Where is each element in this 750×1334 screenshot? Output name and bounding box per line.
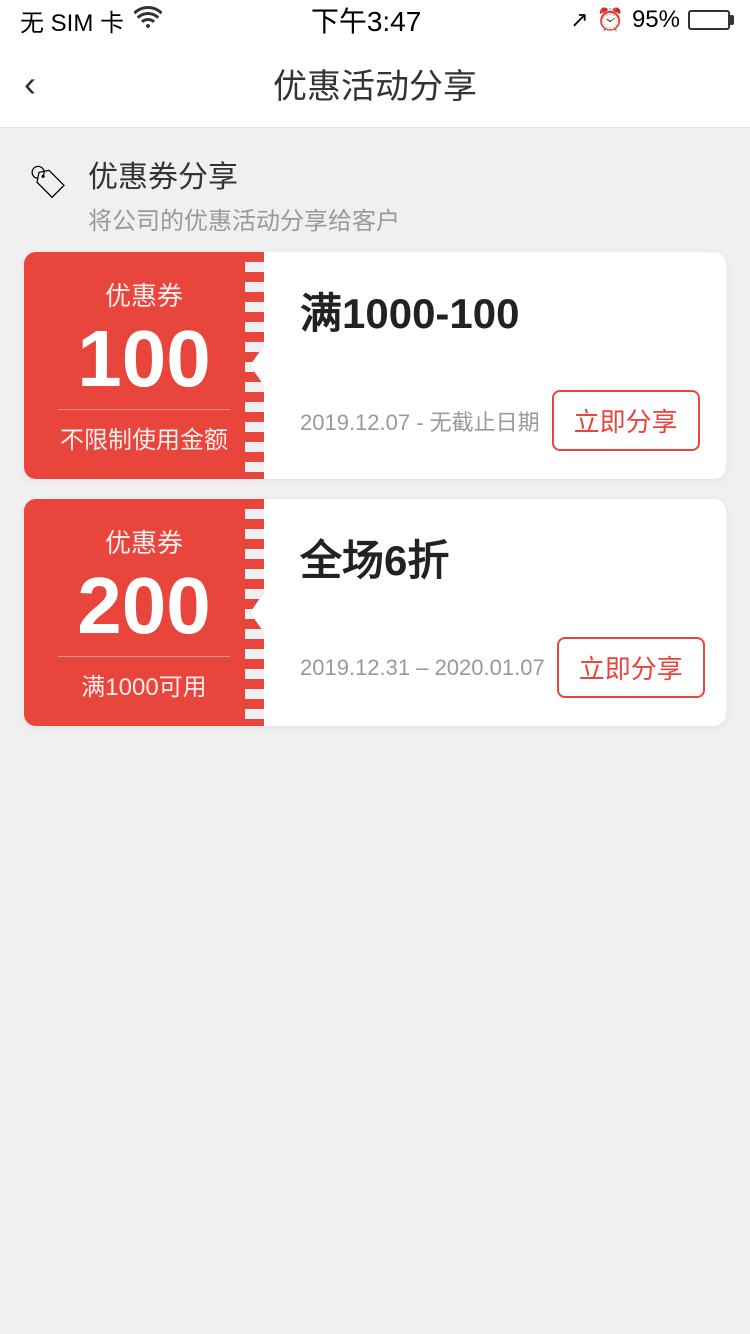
coupon-condition-1: 不限制使用金额 <box>60 420 228 455</box>
back-button[interactable]: ‹ <box>24 63 36 105</box>
section-title: 优惠券分享 <box>88 158 400 197</box>
coupon-amount-2: 200 <box>77 566 210 646</box>
share-button-2[interactable]: 立即分享 <box>557 637 705 698</box>
share-button-1[interactable]: 立即分享 <box>552 390 700 451</box>
coupon-list: 优惠券 100 不限制使用金额 满1000-100 2019.12.07 - 无… <box>0 252 750 746</box>
coupon-meta-1: 2019.12.07 - 无截止日期 立即分享 <box>300 390 698 451</box>
status-bar: 无 SIM 卡 下午3:47 ↗ ⏰ 95% <box>0 0 750 40</box>
battery-icon <box>688 10 730 30</box>
battery-percent: 95% <box>632 6 680 34</box>
coupon-left-2: 优惠券 200 满1000可用 <box>24 499 264 726</box>
page-title: 优惠活动分享 <box>273 59 477 108</box>
coupon-card-1: 优惠券 100 不限制使用金额 满1000-100 2019.12.07 - 无… <box>24 252 726 479</box>
time-display: 下午3:47 <box>311 0 422 40</box>
coupon-condition-2: 满1000可用 <box>81 667 206 702</box>
coupon-name-2: 全场6折 <box>300 527 698 588</box>
coupon-divider-1 <box>58 409 231 410</box>
coupon-label-2: 优惠券 <box>105 523 183 560</box>
coupon-card-2: 优惠券 200 满1000可用 全场6折 2019.12.31 – 2020.0… <box>24 499 726 726</box>
coupon-left-1: 优惠券 100 不限制使用金额 <box>24 252 264 479</box>
coupon-right-2: 全场6折 2019.12.31 – 2020.01.07 立即分享 <box>264 499 726 726</box>
status-right: ↗ ⏰ 95% <box>570 6 730 34</box>
section-subtitle: 将公司的优惠活动分享给客户 <box>88 201 400 236</box>
coupon-amount-1: 100 <box>77 319 210 399</box>
coupon-label-1: 优惠券 <box>105 276 183 313</box>
nav-bar: ‹ 优惠活动分享 <box>0 40 750 128</box>
bottom-area <box>0 746 750 1246</box>
sim-label: 无 SIM 卡 <box>20 3 124 38</box>
coupon-share-icon: 🏷 <box>24 158 72 206</box>
coupon-meta-2: 2019.12.31 – 2020.01.07 立即分享 <box>300 637 698 698</box>
coupon-date-2: 2019.12.31 – 2020.01.07 <box>300 655 545 681</box>
coupon-right-1: 满1000-100 2019.12.07 - 无截止日期 立即分享 <box>264 252 726 479</box>
coupon-name-1: 满1000-100 <box>300 280 698 341</box>
alarm-icon: ⏰ <box>597 7 624 33</box>
section-header: 🏷 优惠券分享 将公司的优惠活动分享给客户 <box>0 128 750 252</box>
location-icon: ↗ <box>570 7 588 33</box>
coupon-date-1: 2019.12.07 - 无截止日期 <box>300 405 540 437</box>
status-left: 无 SIM 卡 <box>20 3 162 38</box>
wifi-icon <box>134 6 162 35</box>
coupon-divider-2 <box>58 656 231 657</box>
